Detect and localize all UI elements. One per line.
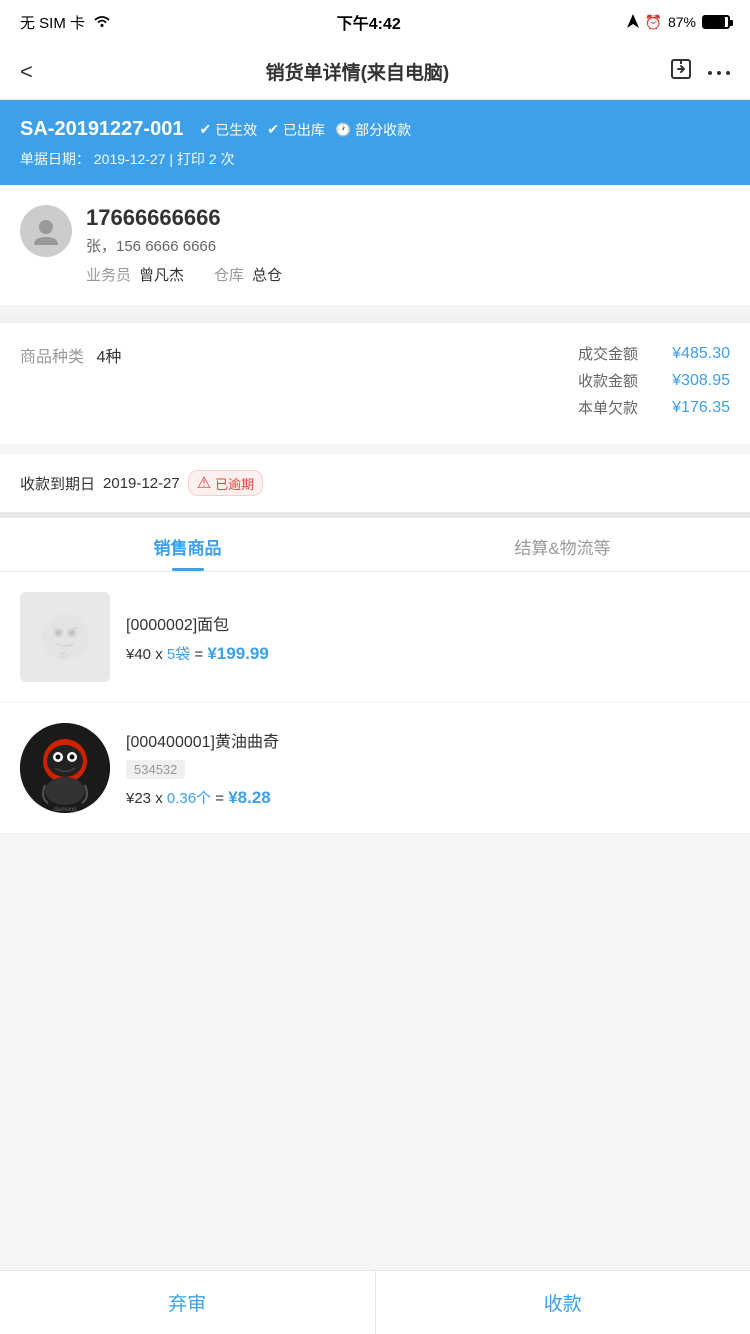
svg-text:暂+: 暂+ xyxy=(60,651,71,660)
product-image-1: 暂+ xyxy=(20,592,110,682)
check-icon-2: ✔ xyxy=(267,121,279,138)
collected-value: ¥308.95 xyxy=(650,372,730,390)
more-button[interactable] xyxy=(708,60,730,83)
collected-row: 收款金额 ¥308.95 xyxy=(578,370,730,391)
customer-name: 17666666666 xyxy=(86,205,730,231)
status-time: 下午4:42 xyxy=(337,10,401,34)
warehouse-info: 仓库 总仓 xyxy=(214,264,282,285)
svg-text:diamond: diamond xyxy=(53,807,76,813)
order-header: SA-20191227-001 ✔ 已生效 ✔ 已出库 🕐 部分收款 单据日期：… xyxy=(0,100,750,185)
status-bar: 无 SIM 卡 下午4:42 ⏰ 87% xyxy=(0,0,750,44)
tabs-section: 销售商品 结算&物流等 xyxy=(0,518,750,572)
due-date-label: 收款到期日 xyxy=(20,473,95,494)
status-right: ⏰ 87% xyxy=(627,14,730,31)
product-type-count: 4种 xyxy=(96,349,121,366)
customer-info: 17666666666 张，156 6666 6666 业务员 曾凡杰 仓库 总… xyxy=(86,205,730,285)
badge-partial: 🕐 部分收款 xyxy=(335,120,411,140)
battery-icon xyxy=(702,15,730,29)
customer-phone: 张，156 6666 6666 xyxy=(86,235,730,256)
abandon-review-button[interactable]: 弃审 xyxy=(0,1271,376,1334)
product-info-1: [0000002]面包 ¥40 x 5袋 = ¥199.99 xyxy=(126,611,730,664)
alarm-icon: ⏰ xyxy=(645,14,662,31)
share-button[interactable] xyxy=(670,58,692,86)
badge-effective: ✔ 已生效 xyxy=(199,120,257,140)
due-date-section: 收款到期日 2019-12-27 ⚠ 已逾期 xyxy=(0,454,750,518)
amount-value: ¥485.30 xyxy=(650,345,730,363)
amount-row: 成交金额 ¥485.30 xyxy=(578,343,730,364)
customer-avatar xyxy=(20,205,72,257)
product-name-1: [0000002]面包 xyxy=(126,611,730,635)
overdue-badge: ⚠ 已逾期 xyxy=(188,470,263,496)
owed-row: 本单欠款 ¥176.35 xyxy=(578,397,730,418)
clock-icon: 🕐 xyxy=(335,122,351,138)
product-tag-2: 534532 xyxy=(126,760,185,779)
order-badges: ✔ 已生效 ✔ 已出库 🕐 部分收款 xyxy=(199,120,411,140)
product-info-2: [000400001]黄油曲奇 534532 ¥23 x 0.36个 = ¥8.… xyxy=(126,728,730,808)
wifi-icon xyxy=(93,13,111,31)
collect-payment-button[interactable]: 收款 xyxy=(376,1271,750,1334)
product-price-2: ¥23 x 0.36个 = ¥8.28 xyxy=(126,787,730,808)
tab-sales-products[interactable]: 销售商品 xyxy=(0,518,375,571)
owed-value: ¥176.35 xyxy=(650,399,730,417)
overdue-icon: ⚠ xyxy=(197,473,211,493)
order-number: SA-20191227-001 xyxy=(20,118,183,141)
product-name-2: [000400001]黄油曲奇 xyxy=(126,728,730,752)
customer-meta: 业务员 曾凡杰 仓库 总仓 xyxy=(86,264,730,285)
bottom-bar: 弃审 收款 xyxy=(0,1270,750,1334)
nav-bar: < 销货单详情(来自电脑) xyxy=(0,44,750,100)
stats-section: 商品种类 4种 成交金额 ¥485.30 收款金额 ¥308.95 本单欠款 ¥… xyxy=(0,315,750,444)
tab-settlement[interactable]: 结算&物流等 xyxy=(375,518,750,571)
badge-shipped: ✔ 已出库 xyxy=(267,120,325,140)
order-meta: 单据日期： 2019-12-27 | 打印 2 次 xyxy=(20,149,730,169)
sales-info: 业务员 曾凡杰 xyxy=(86,264,184,285)
product-price-1: ¥40 x 5袋 = ¥199.99 xyxy=(126,643,730,664)
battery-percent: 87% xyxy=(668,14,696,30)
product-item-2: diamond [000400001]黄油曲奇 534532 ¥23 x 0.3… xyxy=(0,703,750,834)
customer-section: 17666666666 张，156 6666 6666 业务员 曾凡杰 仓库 总… xyxy=(0,185,750,305)
amount-stats: 成交金额 ¥485.30 收款金额 ¥308.95 本单欠款 ¥176.35 xyxy=(578,343,730,424)
location-icon xyxy=(627,14,639,31)
carrier-text: 无 SIM 卡 xyxy=(20,12,85,33)
status-left: 无 SIM 卡 xyxy=(20,12,111,33)
products-section: 暂+ [0000002]面包 ¥40 x 5袋 = ¥199.99 xyxy=(0,572,750,834)
due-date-value: 2019-12-27 xyxy=(103,475,180,492)
product-type-info: 商品种类 4种 xyxy=(20,343,121,367)
back-button[interactable]: < xyxy=(20,51,45,93)
check-icon: ✔ xyxy=(199,121,211,138)
product-item: 暂+ [0000002]面包 ¥40 x 5袋 = ¥199.99 xyxy=(0,572,750,703)
product-image-2: diamond xyxy=(20,723,110,813)
page-title: 销货单详情(来自电脑) xyxy=(45,58,670,85)
nav-actions xyxy=(670,58,730,86)
